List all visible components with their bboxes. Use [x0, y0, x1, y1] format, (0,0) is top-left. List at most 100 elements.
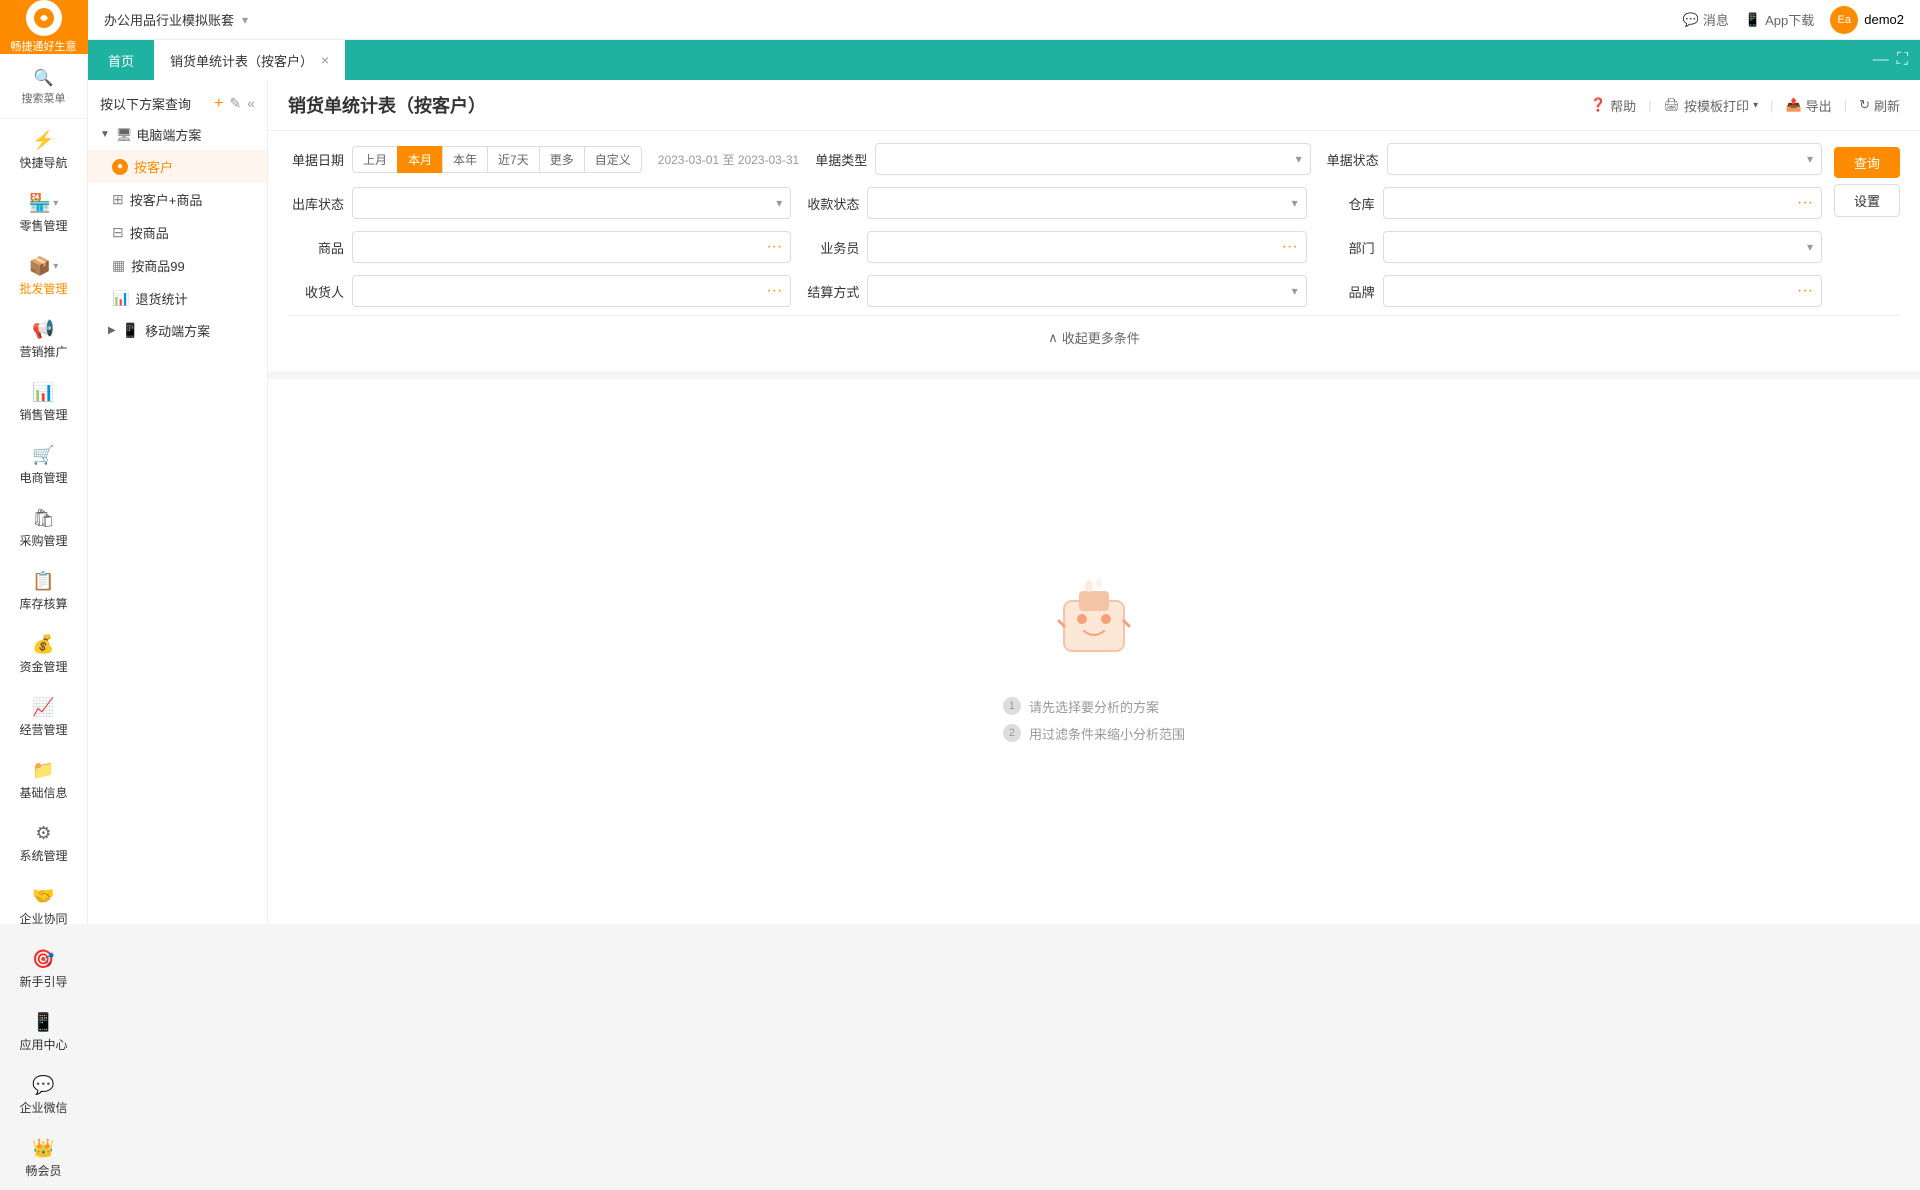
doc-type-label: 单据类型	[811, 150, 867, 169]
sidebar-search-section: 🔍 搜索菜单	[0, 54, 87, 119]
avatar-text: Ea	[1838, 14, 1851, 26]
template-print-arrow: ▾	[1753, 100, 1758, 111]
empty-state: 1 请先选择要分析的方案 2 用过滤条件来缩小分析范围	[268, 379, 1920, 924]
app-download-button[interactable]: 📱 App下载	[1745, 10, 1814, 29]
template-print-button[interactable]: 🖨 按模板打印 ▾	[1664, 96, 1759, 115]
scheme-add-button[interactable]: +	[214, 95, 223, 113]
industry-dropdown-icon[interactable]: ▾	[242, 13, 248, 27]
tab-close-icon[interactable]: ×	[321, 53, 329, 67]
sidebar-navigation: ⚡ 快捷导航 🏪 ▾ 零售管理 📦 ▾ 批发管理 📢 营销推广 📊 销售管理	[0, 119, 87, 1190]
empty-tip-2: 2 用过滤条件来缩小分析范围	[1003, 724, 1185, 743]
scheme-item-by-customer-goods[interactable]: ⊞ 按客户+商品	[88, 183, 267, 216]
salesperson-input[interactable]: ···	[867, 231, 1306, 263]
page-header: 销货单统计表（按客户） ❓ 帮助 | 🖨 按模板打印 ▾ |	[268, 80, 1920, 131]
date-btn-this-month[interactable]: 本月	[397, 146, 442, 173]
help-button[interactable]: ❓ 帮助	[1590, 96, 1636, 115]
search-menu-button[interactable]: 🔍 搜索菜单	[18, 62, 70, 110]
user-avatar: Ea	[1830, 6, 1858, 34]
sidebar-item-jichu[interactable]: 📁 基础信息	[0, 750, 87, 811]
brand-input[interactable]: ···	[1383, 275, 1822, 307]
scheme-item-by-goods99-label: 按商品99	[131, 256, 184, 275]
settings-button[interactable]: 设置	[1834, 184, 1900, 217]
warehouse-dots[interactable]: ···	[1797, 194, 1813, 212]
doc-type-select[interactable]: ▾	[875, 143, 1310, 175]
payment-method-select[interactable]: ▾	[867, 275, 1306, 307]
tabbar: 首页 销货单统计表（按客户） × — ⛶	[88, 40, 1920, 80]
scheme-group-mobile-title[interactable]: ▶ 📱 移动端方案	[88, 315, 267, 346]
sidebar-item-pifa[interactable]: 📦 ▾ 批发管理	[0, 246, 87, 307]
tab-minimize-icon[interactable]: —	[1873, 51, 1889, 69]
page-title-row: 销货单统计表（按客户） ❓ 帮助 | 🖨 按模板打印 ▾ |	[288, 92, 1900, 118]
date-btn-custom[interactable]: 自定义	[584, 146, 642, 173]
topbar-right: 💬 消息 📱 App下载 Ea demo2	[1683, 6, 1904, 34]
scheme-group-desktop-title[interactable]: ▼ 🖥 电脑端方案	[88, 119, 267, 150]
ship-status-select[interactable]: ▾	[352, 187, 791, 219]
mobile-icon: 📱	[1745, 12, 1761, 28]
scheme-item-by-goods-label: 按商品	[130, 223, 169, 242]
tab-maximize-icon[interactable]: ⛶	[1897, 51, 1908, 69]
query-button[interactable]: 查询	[1834, 147, 1900, 178]
nav-icon-yingyong: 📱	[32, 1012, 54, 1033]
empty-tips: 1 请先选择要分析的方案 2 用过滤条件来缩小分析范围	[1003, 697, 1185, 743]
scheme-item-return-stats[interactable]: 📊 退货统计	[88, 282, 267, 315]
date-btn-more[interactable]: 更多	[539, 146, 584, 173]
brand-dots[interactable]: ···	[1797, 282, 1813, 300]
nav-icon-qiye: 🤝	[32, 886, 54, 907]
dept-filter: 部门 ▾	[1319, 231, 1822, 263]
doc-status-select[interactable]: ▾	[1387, 143, 1822, 175]
message-button[interactable]: 💬 消息	[1683, 10, 1729, 29]
scheme-edit-button[interactable]: ✎	[229, 95, 241, 113]
sidebar-item-lingshou[interactable]: 🏪 ▾ 零售管理	[0, 183, 87, 244]
sidebar-logo[interactable]: 畅捷通好生意	[0, 0, 88, 54]
sidebar-item-jingying[interactable]: 📈 经营管理	[0, 687, 87, 748]
tabbar-actions: — ⛶	[1873, 51, 1908, 69]
user-profile-button[interactable]: Ea demo2	[1830, 6, 1904, 34]
scheme-group-mobile-label: 移动端方案	[145, 321, 210, 340]
sidebar-item-huiyuan[interactable]: 👑 畅会员	[0, 1128, 87, 1189]
sidebar-item-dianshang[interactable]: 🛒 电商管理	[0, 435, 87, 496]
sidebar-item-weixin[interactable]: 💬 企业微信	[0, 1065, 87, 1126]
nav-icon-xitong: ⚙	[35, 823, 51, 844]
scheme-group-desktop-label: 电脑端方案	[136, 125, 201, 144]
scheme-item-by-goods[interactable]: ⊟ 按商品	[88, 216, 267, 249]
consignee-input[interactable]: ···	[352, 275, 791, 307]
sidebar-item-xinshou[interactable]: 🎯 新手引导	[0, 939, 87, 1000]
salesperson-dots[interactable]: ···	[1282, 238, 1298, 256]
consignee-dots[interactable]: ···	[766, 282, 782, 300]
sidebar-item-zijin[interactable]: 💰 资金管理	[0, 624, 87, 685]
date-btn-this-year[interactable]: 本年	[442, 146, 487, 173]
sidebar-item-qiye[interactable]: 🤝 企业协同	[0, 876, 87, 937]
goods-dots[interactable]: ···	[766, 238, 782, 256]
scheme-collapse-button[interactable]: «	[247, 95, 255, 113]
dept-select[interactable]: ▾	[1383, 231, 1822, 263]
sidebar-item-kucun[interactable]: 📋 库存核算	[0, 561, 87, 622]
sidebar-item-xiaoshou[interactable]: 📊 销售管理	[0, 372, 87, 433]
sidebar-item-caigou[interactable]: 🛍 采购管理	[0, 498, 87, 559]
nav-label-lingshou: 零售管理	[19, 217, 67, 234]
date-btn-last-month[interactable]: 上月	[352, 146, 397, 173]
scheme-item-by-customer[interactable]: ● 按客户	[88, 150, 267, 183]
warehouse-filter: 仓库 ···	[1319, 187, 1822, 219]
export-button[interactable]: 📤 导出	[1785, 96, 1831, 115]
sidebar: 畅捷通好生意 🔍 搜索菜单 ⚡ 快捷导航 🏪 ▾ 零售管理 📦 ▾ 批发管理	[0, 0, 88, 924]
goods-input[interactable]: ···	[352, 231, 791, 263]
sidebar-item-xitong[interactable]: ⚙ 系统管理	[0, 813, 87, 874]
warehouse-input[interactable]: ···	[1383, 187, 1822, 219]
sidebar-item-yingxiao[interactable]: 📢 营销推广	[0, 309, 87, 370]
date-options: 上月 本月 本年 近7天 更多 自定义	[352, 146, 642, 173]
tab-active[interactable]: 销货单统计表（按客户） ×	[154, 40, 345, 80]
nav-label-dianshang: 电商管理	[19, 469, 67, 486]
collapse-button[interactable]: ∧ 收起更多条件	[1032, 324, 1156, 351]
sidebar-item-yingyong[interactable]: 📱 应用中心	[0, 1002, 87, 1063]
goods-filter: 商品 ···	[288, 231, 791, 263]
sidebar-item-kuaijie[interactable]: ⚡ 快捷导航	[0, 120, 87, 181]
refresh-button[interactable]: ↻ 刷新	[1859, 96, 1900, 115]
scheme-item-by-goods99[interactable]: ▦ 按商品99	[88, 249, 267, 282]
logo-icon	[26, 0, 62, 36]
tab-home[interactable]: 首页	[88, 40, 154, 80]
receipt-status-select[interactable]: ▾	[867, 187, 1306, 219]
nav-label-qiye: 企业协同	[19, 910, 67, 927]
date-btn-last-7[interactable]: 近7天	[487, 146, 539, 173]
nav-icon-zijin: 💰	[32, 634, 54, 655]
nav-icon-jingying: 📈	[32, 697, 54, 718]
